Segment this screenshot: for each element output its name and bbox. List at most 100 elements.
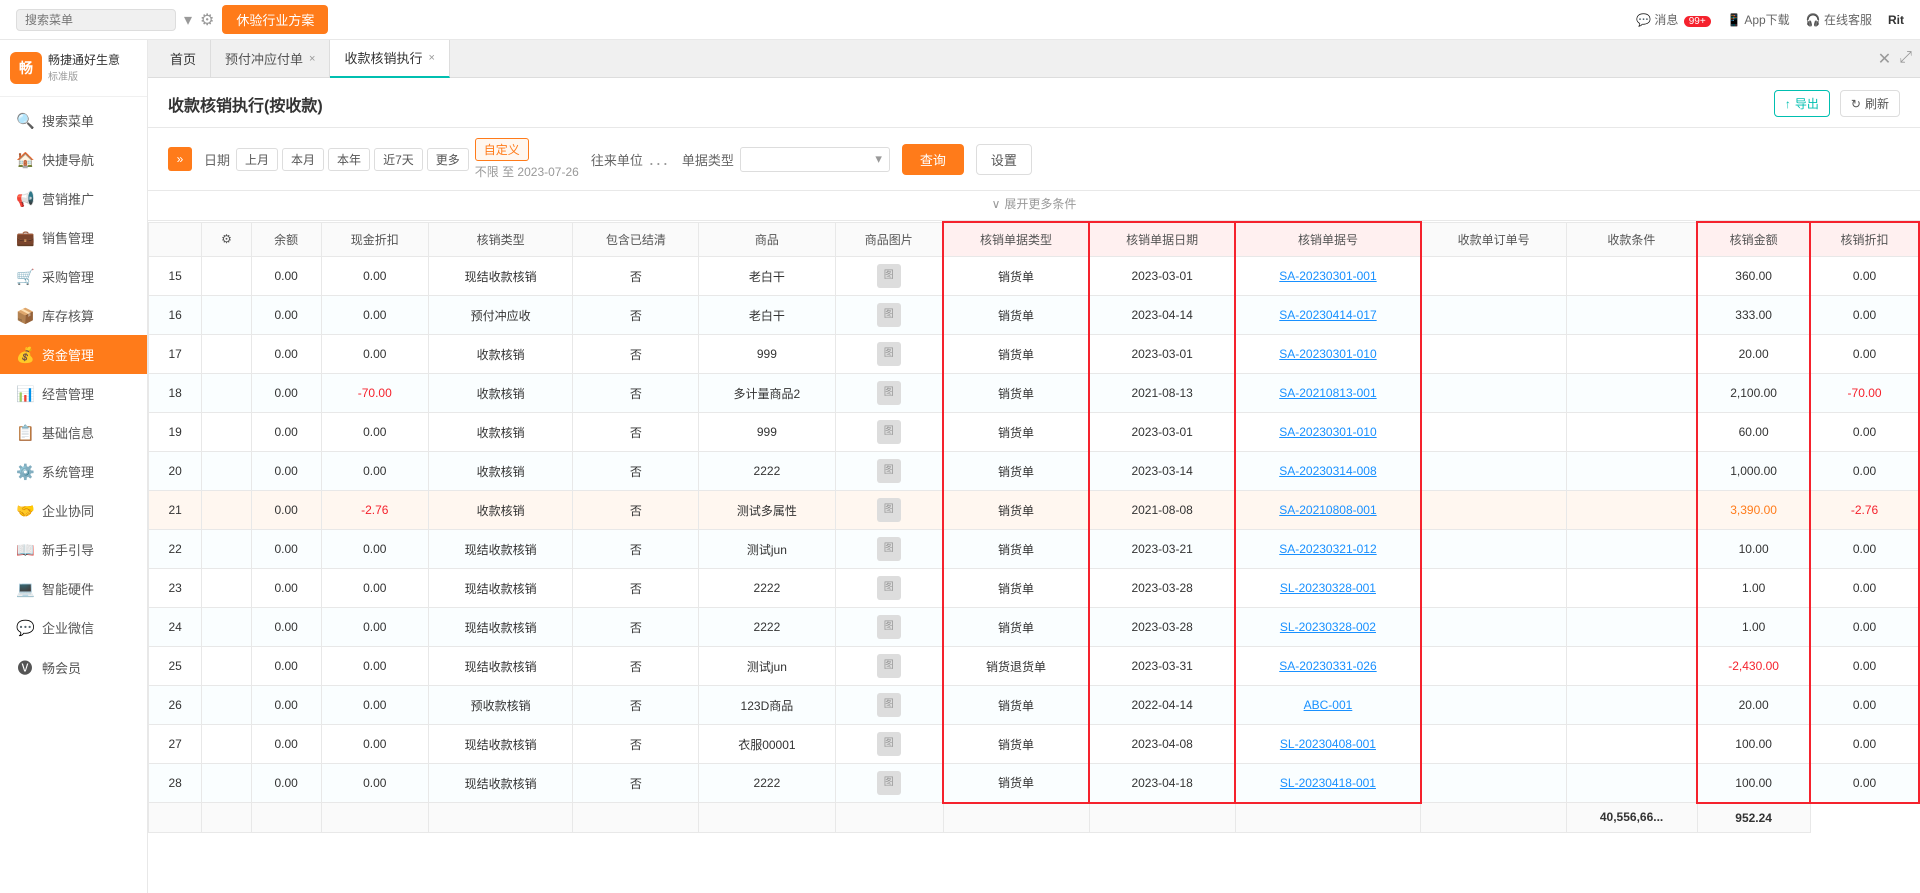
cell-settings — [202, 335, 251, 374]
cell-bill_no[interactable]: SA-20210808-001 — [1235, 491, 1421, 530]
bill-no-link[interactable]: SA-20230414-017 — [1279, 308, 1376, 322]
sidebar-item-sales[interactable]: 💼销售管理 — [0, 218, 147, 257]
sidebar-item-member[interactable]: 🅥畅会员 — [0, 647, 147, 688]
settings-col-icon[interactable]: ⚙ — [221, 232, 232, 246]
settings-gear-icon[interactable]: ⚙ — [200, 10, 214, 30]
user-label[interactable]: Rit — [1888, 13, 1904, 27]
basic-icon: 📋 — [16, 424, 34, 442]
tab-close-receipt-verify[interactable]: × — [428, 52, 434, 64]
table-row: 210.00-2.76收款核销否测试多属性图销货单2021-08-08SA-20… — [149, 491, 1920, 530]
export-button[interactable]: ↑ 导出 — [1774, 90, 1830, 117]
cell-verify_amount: 1.00 — [1697, 608, 1810, 647]
sidebar-item-finance[interactable]: 💰资金管理 — [0, 335, 147, 374]
cell-bill_no[interactable]: SA-20230414-017 — [1235, 296, 1421, 335]
date-btn-本年[interactable]: 本年 — [328, 148, 370, 171]
sidebar-item-guide[interactable]: 📖新手引导 — [0, 530, 147, 569]
cell-verify_amount: 1.00 — [1697, 569, 1810, 608]
cell-product_image: 图 — [835, 569, 943, 608]
cell-bill_no[interactable]: SA-20210813-001 — [1235, 374, 1421, 413]
bill-type-select[interactable] — [740, 147, 890, 172]
date-btn-更多[interactable]: 更多 — [427, 148, 469, 171]
cell-bill_no[interactable]: SA-20230321-012 — [1235, 530, 1421, 569]
close-window-icon[interactable]: ✕ — [1878, 49, 1891, 69]
maximize-icon[interactable]: ⤢ — [1899, 49, 1912, 69]
system-icon: ⚙️ — [16, 463, 34, 481]
chevron-down-icon[interactable]: ▾ — [184, 10, 192, 30]
bill-no-link[interactable]: SA-20230321-012 — [1279, 542, 1376, 556]
cell-bill_no[interactable]: SL-20230418-001 — [1235, 764, 1421, 803]
cell-bill_no[interactable]: ABC-001 — [1235, 686, 1421, 725]
cell-bill_no[interactable]: SL-20230328-002 — [1235, 608, 1421, 647]
refresh-button[interactable]: ↻ 刷新 — [1840, 90, 1900, 117]
table-row: 200.000.00收款核销否2222图销货单2023-03-14SA-2023… — [149, 452, 1920, 491]
tab-prepaid[interactable]: 预付冲应付单 × — [211, 40, 330, 78]
cell-bill_no[interactable]: SA-20230301-010 — [1235, 335, 1421, 374]
cell-cash_discount: 0.00 — [321, 569, 428, 608]
date-btn-本月[interactable]: 本月 — [282, 148, 324, 171]
cell-bill_no[interactable]: SA-20230331-026 — [1235, 647, 1421, 686]
bill-no-link[interactable]: SL-20230418-001 — [1280, 776, 1376, 790]
bill-no-link[interactable]: SA-20210808-001 — [1279, 503, 1376, 517]
query-button[interactable]: 查询 — [902, 144, 964, 175]
sidebar-item-search[interactable]: 🔍搜索菜单 — [0, 101, 147, 140]
bill-no-link[interactable]: ABC-001 — [1304, 698, 1353, 712]
cell-bill_no[interactable]: SA-20230301-010 — [1235, 413, 1421, 452]
sidebar-item-basic[interactable]: 📋基础信息 — [0, 413, 147, 452]
table-wrap[interactable]: ⚙余额现金折扣核销类型包含已结清商品商品图片核销单据类型核销单据日期核销单据号收… — [148, 221, 1920, 893]
tab-close-prepaid[interactable]: × — [309, 53, 315, 65]
cell-product: 老白干 — [699, 257, 835, 296]
cell-include_settled: 否 — [573, 335, 699, 374]
page-title: 收款核销执行(按收款) — [168, 92, 323, 116]
cell-bill_no[interactable]: SA-20230314-008 — [1235, 452, 1421, 491]
cell-bill_no[interactable]: SA-20230301-001 — [1235, 257, 1421, 296]
tab-receipt-verify[interactable]: 收款核销执行× — [330, 40, 449, 78]
cell-bill_type: 销货单 — [943, 608, 1089, 647]
sidebar-item-enterprise[interactable]: 🤝企业协同 — [0, 491, 147, 530]
sidebar-item-quick-nav[interactable]: 🏠快捷导航 — [0, 140, 147, 179]
settings-button[interactable]: 设置 — [976, 144, 1032, 175]
messages-link[interactable]: 💬 消息 99+ — [1636, 11, 1711, 28]
industry-solution-button[interactable]: 休验行业方案 — [222, 5, 328, 34]
tab-label-prepaid: 预付冲应付单 — [225, 49, 303, 68]
sidebar-item-hardware[interactable]: 💻智能硬件 — [0, 569, 147, 608]
cell-verify_type: 收款核销 — [428, 335, 573, 374]
bill-no-link[interactable]: SL-20230328-002 — [1280, 620, 1376, 634]
bill-no-link[interactable]: SA-20230331-026 — [1279, 659, 1376, 673]
cell-product: 测试多属性 — [699, 491, 835, 530]
cell-cash_discount: 0.00 — [321, 452, 428, 491]
filter-expand-button[interactable]: » — [168, 147, 192, 171]
sidebar-item-inventory[interactable]: 📦库存核算 — [0, 296, 147, 335]
bill-no-link[interactable]: SA-20230314-008 — [1279, 464, 1376, 478]
sidebar-item-system[interactable]: ⚙️系统管理 — [0, 452, 147, 491]
sidebar-item-wechat[interactable]: 💬企业微信 — [0, 608, 147, 647]
col-header-settings[interactable]: ⚙ — [202, 222, 251, 257]
cell-cash_discount: -2.76 — [321, 491, 428, 530]
partner-dots[interactable]: ... — [649, 149, 670, 170]
cell-verify_amount: 100.00 — [1697, 764, 1810, 803]
cell-receipt_order_no — [1421, 257, 1566, 296]
date-btn-上月[interactable]: 上月 — [236, 148, 278, 171]
cell-cash_discount: 0.00 — [321, 686, 428, 725]
expand-more-row: ∨ 展开更多条件 — [148, 191, 1920, 221]
bill-no-link[interactable]: SL-20230328-001 — [1280, 581, 1376, 595]
app-download-link[interactable]: 📱 App下载 — [1727, 11, 1790, 28]
date-btn-近7天[interactable]: 近7天 — [374, 148, 423, 171]
sidebar-item-purchase[interactable]: 🛒采购管理 — [0, 257, 147, 296]
sidebar-item-label: 新手引导 — [42, 540, 94, 559]
cell-bill_no[interactable]: SL-20230328-001 — [1235, 569, 1421, 608]
bill-no-link[interactable]: SL-20230408-001 — [1280, 737, 1376, 751]
cell-bill_no[interactable]: SL-20230408-001 — [1235, 725, 1421, 764]
expand-more-button[interactable]: ∨ 展开更多条件 — [992, 195, 1077, 212]
cell-balance: 0.00 — [251, 725, 321, 764]
bill-no-link[interactable]: SA-20230301-010 — [1279, 347, 1376, 361]
sidebar-item-marketing[interactable]: 📢营销推广 — [0, 179, 147, 218]
bill-no-link[interactable]: SA-20230301-001 — [1279, 269, 1376, 283]
tab-home[interactable]: 首页 — [156, 40, 211, 78]
hardware-icon: 💻 — [16, 580, 34, 598]
online-service-link[interactable]: 🎧 在线客服 — [1806, 11, 1872, 28]
bill-no-link[interactable]: SA-20210813-001 — [1279, 386, 1376, 400]
bill-no-link[interactable]: SA-20230301-010 — [1279, 425, 1376, 439]
sidebar-item-operation[interactable]: 📊经营管理 — [0, 374, 147, 413]
top-search-input[interactable] — [16, 9, 176, 31]
custom-date-button[interactable]: 自定义 — [475, 138, 529, 161]
